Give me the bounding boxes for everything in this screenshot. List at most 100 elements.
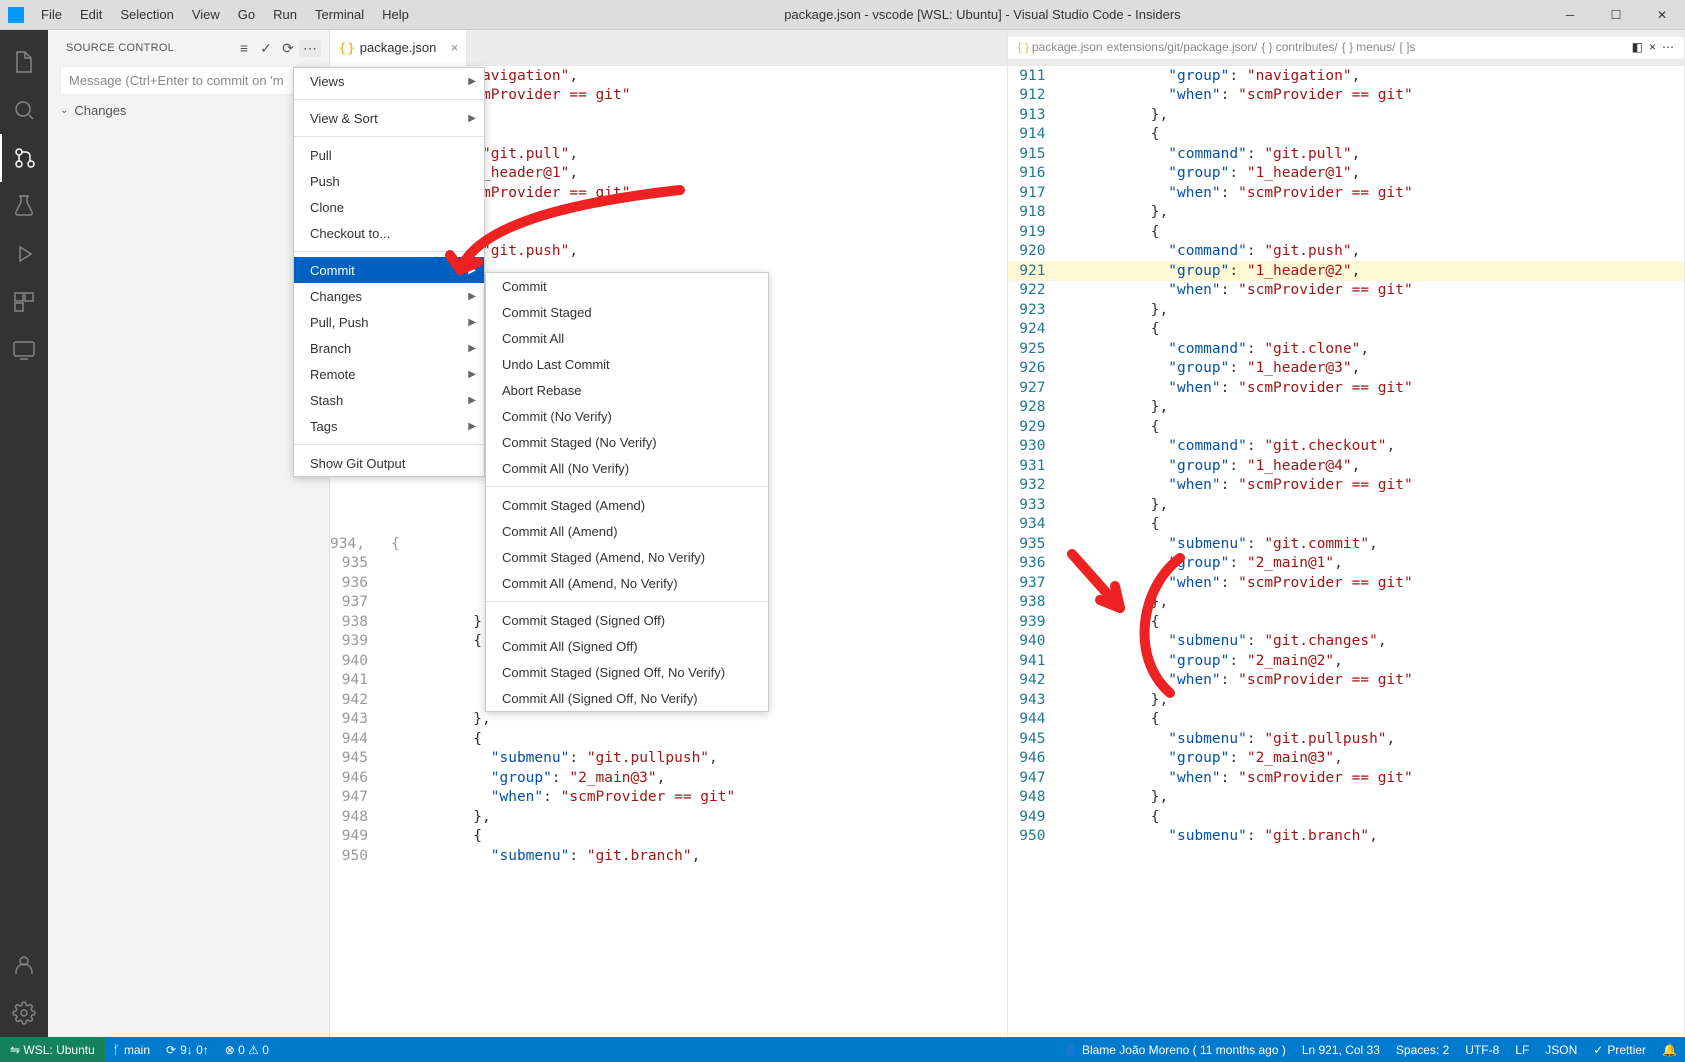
menu-item-commit-staged-signed-off-[interactable]: Commit Staged (Signed Off) (486, 607, 768, 633)
code-line[interactable]: 922 "when": "scmProvider == git" (1008, 281, 1685, 301)
code-line[interactable]: 950 "submenu": "git.branch", (330, 846, 1007, 866)
close-tab-icon[interactable]: × (451, 40, 459, 55)
menu-item-pull-push[interactable]: Pull, Push▶ (294, 309, 484, 335)
menu-item-commit-staged[interactable]: Commit Staged (486, 299, 768, 325)
code-line[interactable]: 917 "when": "scmProvider == git" (1008, 183, 1685, 203)
status-sync[interactable]: ⟳ 9↓ 0↑ (158, 1043, 217, 1057)
breadcrumb-path[interactable]: extensions/git/package.json/ (1107, 40, 1258, 54)
menu-item-clone[interactable]: Clone (294, 194, 484, 220)
status-eol[interactable]: LF (1507, 1043, 1537, 1057)
source-control-icon[interactable] (0, 134, 48, 182)
menu-item-push[interactable]: Push (294, 168, 484, 194)
split-editor-icon[interactable]: ◧ (1632, 40, 1643, 54)
menu-item-commit-staged-signed-off-no-verify-[interactable]: Commit Staged (Signed Off, No Verify) (486, 659, 768, 685)
code-line[interactable]: 945 "submenu": "git.pullpush", (330, 749, 1007, 769)
code-line[interactable]: 925 "command": "git.clone", (1008, 339, 1685, 359)
scm-changes[interactable]: ⌄ Changes (48, 95, 329, 126)
remote-indicator[interactable]: ⇋ WSL: Ubuntu (0, 1037, 105, 1062)
maximize-button[interactable]: ☐ (1593, 0, 1639, 30)
menu-item-commit[interactable]: Commit▶ (294, 257, 484, 283)
code-line[interactable]: 949 { (330, 827, 1007, 847)
more-actions-icon[interactable]: ⋯ (299, 40, 321, 57)
status-cursor[interactable]: Ln 921, Col 33 (1294, 1043, 1388, 1057)
status-prettier[interactable]: ✓ Prettier (1585, 1043, 1654, 1057)
code-line[interactable]: 931 "group": "1_header@4", (1008, 456, 1685, 476)
code-line[interactable]: 943 }, (330, 710, 1007, 730)
menu-file[interactable]: File (32, 0, 71, 30)
commit-message-input[interactable]: Message (Ctrl+Enter to commit on 'm (60, 66, 317, 95)
status-lang[interactable]: JSON (1537, 1043, 1585, 1057)
menu-item-stash[interactable]: Stash▶ (294, 387, 484, 413)
settings-gear-icon[interactable] (0, 989, 48, 1037)
menu-edit[interactable]: Edit (71, 0, 111, 30)
status-notifications[interactable]: 🔔 (1654, 1043, 1685, 1057)
menu-item-abort-rebase[interactable]: Abort Rebase (486, 377, 768, 403)
menu-run[interactable]: Run (264, 0, 306, 30)
code-line[interactable]: 919 { (1008, 222, 1685, 242)
status-problems[interactable]: ⊗ 0 ⚠ 0 (217, 1043, 277, 1057)
code-line[interactable]: 918 }, (1008, 203, 1685, 223)
menu-selection[interactable]: Selection (111, 0, 182, 30)
close-window-button[interactable]: ✕ (1639, 0, 1685, 30)
menu-view[interactable]: View (183, 0, 229, 30)
status-encoding[interactable]: UTF-8 (1457, 1043, 1507, 1057)
code-line[interactable]: 926 "group": "1_header@3", (1008, 359, 1685, 379)
code-line[interactable]: 940 "submenu": "git.changes", (1008, 632, 1685, 652)
code-line[interactable]: 946 "group": "2_main@3", (1008, 749, 1685, 769)
code-line[interactable]: 939 { (1008, 612, 1685, 632)
menu-item-show-git-output[interactable]: Show Git Output (294, 450, 484, 476)
code-line[interactable]: 938 }, (1008, 593, 1685, 613)
debug-icon[interactable] (0, 230, 48, 278)
code-line[interactable]: 941 "group": "2_main@2", (1008, 651, 1685, 671)
code-line[interactable]: 948 }, (330, 807, 1007, 827)
code-line[interactable]: 936 "group": "2_main@1", (1008, 554, 1685, 574)
commit-check-icon[interactable]: ✓ (255, 40, 277, 57)
code-line[interactable]: 924 { (1008, 320, 1685, 340)
menu-item-commit[interactable]: Commit (486, 273, 768, 299)
menu-item-commit-all-no-verify-[interactable]: Commit All (No Verify) (486, 455, 768, 481)
refresh-icon[interactable]: ⟳ (277, 40, 299, 57)
code-line[interactable]: 944 { (330, 729, 1007, 749)
accounts-icon[interactable] (0, 941, 48, 989)
code-line[interactable]: 928 }, (1008, 398, 1685, 418)
menu-item-changes[interactable]: Changes▶ (294, 283, 484, 309)
menu-item-remote[interactable]: Remote▶ (294, 361, 484, 387)
code-line[interactable]: 923 }, (1008, 300, 1685, 320)
menu-item-tags[interactable]: Tags▶ (294, 413, 484, 439)
breadcrumb-file[interactable]: package.json (1032, 40, 1103, 54)
testing-icon[interactable] (0, 182, 48, 230)
menu-item-views[interactable]: Views▶ (294, 68, 484, 94)
menu-item-view-sort[interactable]: View & Sort▶ (294, 105, 484, 131)
code-line[interactable]: 929 { (1008, 417, 1685, 437)
explorer-icon[interactable] (0, 38, 48, 86)
menu-help[interactable]: Help (373, 0, 418, 30)
code-line[interactable]: 932 "when": "scmProvider == git" (1008, 476, 1685, 496)
code-line[interactable]: 934 { (1008, 515, 1685, 535)
menu-item-commit-all[interactable]: Commit All (486, 325, 768, 351)
search-icon[interactable] (0, 86, 48, 134)
menu-item-commit-all-signed-off-[interactable]: Commit All (Signed Off) (486, 633, 768, 659)
menu-item-commit-all-amend-no-verify-[interactable]: Commit All (Amend, No Verify) (486, 570, 768, 596)
code-line[interactable]: 945 "submenu": "git.pullpush", (1008, 729, 1685, 749)
code-line[interactable]: 944 { (1008, 710, 1685, 730)
code-line[interactable]: 911 "group": "navigation", (1008, 66, 1685, 86)
menu-item-pull[interactable]: Pull (294, 142, 484, 168)
code-line[interactable]: 948 }, (1008, 788, 1685, 808)
code-line[interactable]: 921 "group": "1_header@2", (1008, 261, 1685, 281)
code-line[interactable]: 950 "submenu": "git.branch", (1008, 827, 1685, 847)
code-line[interactable]: 927 "when": "scmProvider == git" (1008, 378, 1685, 398)
menu-item-commit-staged-amend-no-verify-[interactable]: Commit Staged (Amend, No Verify) (486, 544, 768, 570)
menu-item-checkout-to-[interactable]: Checkout to... (294, 220, 484, 246)
menu-item-branch[interactable]: Branch▶ (294, 335, 484, 361)
code-line[interactable]: 947 "when": "scmProvider == git" (1008, 768, 1685, 788)
code-line[interactable]: 913 }, (1008, 105, 1685, 125)
code-line[interactable]: 920 "command": "git.push", (1008, 242, 1685, 262)
tab-package-json-left[interactable]: { } package.json × (330, 30, 467, 66)
remote-explorer-icon[interactable] (0, 326, 48, 374)
extensions-icon[interactable] (0, 278, 48, 326)
code-line[interactable]: 916 "group": "1_header@1", (1008, 164, 1685, 184)
menu-item-commit-all-amend-[interactable]: Commit All (Amend) (486, 518, 768, 544)
code-line[interactable]: 935 "submenu": "git.commit", (1008, 534, 1685, 554)
code-line[interactable]: 949 { (1008, 807, 1685, 827)
status-blame[interactable]: 👤 Blame João Moreno ( 11 months ago ) (1055, 1043, 1294, 1057)
